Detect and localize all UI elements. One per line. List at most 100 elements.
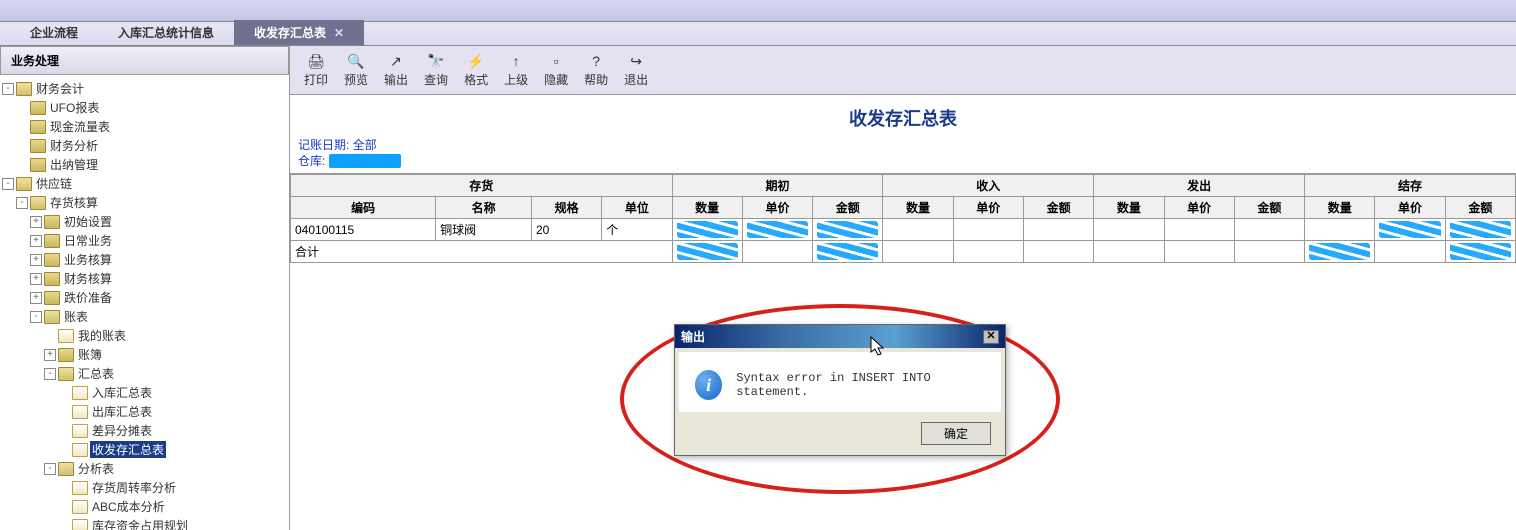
table-row[interactable]: 040100115 铜球阀 20 个 — [291, 219, 1516, 241]
cell-empty — [1375, 241, 1445, 263]
toolbar: 🖨打印 🔍预览 ↗输出 🔭查询 ⚡格式 ↑上级 ▫隐藏 ?帮助 ↪退出 — [290, 46, 1516, 95]
th-close-qty: 数量 — [1305, 197, 1375, 219]
error-dialog: 输出 ✕ i Syntax error in INSERT INTO state… — [674, 324, 1006, 456]
cell-empty — [1305, 219, 1375, 241]
tree-node-fin-acc[interactable]: -财务会计 — [2, 79, 287, 98]
cell-name: 铜球阀 — [436, 219, 532, 241]
format-button[interactable]: ⚡格式 — [458, 50, 494, 90]
cell-empty — [953, 219, 1023, 241]
doc-icon — [72, 386, 88, 400]
th-close-price: 单价 — [1375, 197, 1445, 219]
tree-node-io-summary[interactable]: 收发存汇总表 — [2, 440, 287, 459]
tree-node-my-ledger[interactable]: 我的账表 — [2, 326, 287, 345]
cell-redacted — [1375, 219, 1445, 241]
cell-empty — [1023, 219, 1093, 241]
th-receipts: 收入 — [883, 175, 1094, 197]
tree-node-fin-analysis[interactable]: 财务分析 — [2, 136, 287, 155]
folder-icon — [16, 82, 32, 96]
tree-node-turnover[interactable]: 存货周转率分析 — [2, 478, 287, 497]
hide-button[interactable]: ▫隐藏 — [538, 50, 574, 90]
cell-empty — [883, 219, 953, 241]
tree-node-out-summary[interactable]: 出库汇总表 — [2, 402, 287, 421]
print-button[interactable]: 🖨打印 — [298, 50, 334, 90]
report-meta: 记账日期: 全部 仓库: 焦耐仓库 — [290, 137, 1516, 173]
th-closing: 结存 — [1305, 175, 1516, 197]
tab-io-summary[interactable]: 收发存汇总表 ✕ — [234, 20, 364, 45]
cell-redacted — [672, 241, 742, 263]
th-stock: 存货 — [291, 175, 673, 197]
table-row-total[interactable]: 合计 — [291, 241, 1516, 263]
doc-icon — [72, 443, 88, 457]
folder-icon — [44, 291, 60, 305]
th-open-qty: 数量 — [672, 197, 742, 219]
tree-node-in-summary[interactable]: 入库汇总表 — [2, 383, 287, 402]
tree-node-cash-flow[interactable]: 现金流量表 — [2, 117, 287, 136]
th-in-amount: 金额 — [1023, 197, 1093, 219]
tree-node-diff-summary[interactable]: 差异分摊表 — [2, 421, 287, 440]
tree-node-ufo[interactable]: UFO报表 — [2, 98, 287, 117]
tree-node-price-prep[interactable]: +跌价准备 — [2, 288, 287, 307]
help-button[interactable]: ?帮助 — [578, 50, 614, 90]
folder-icon — [30, 158, 46, 172]
cell-redacted — [672, 219, 742, 241]
doc-icon — [72, 405, 88, 419]
cell-empty — [1023, 241, 1093, 263]
ok-button[interactable]: 确定 — [921, 422, 991, 445]
tree-node-init-setup[interactable]: +初始设置 — [2, 212, 287, 231]
th-close-amount: 金额 — [1445, 197, 1515, 219]
th-code: 编码 — [291, 197, 436, 219]
doc-icon — [58, 329, 74, 343]
tree-node-fund-plan[interactable]: 库存资金占用规划 — [2, 516, 287, 530]
tree-node-inventory-acc[interactable]: -存货核算 — [2, 193, 287, 212]
meta-store-label: 仓库: — [298, 154, 329, 168]
folder-icon — [30, 101, 46, 115]
folder-icon — [44, 253, 60, 267]
th-name: 名称 — [436, 197, 532, 219]
tree-node-fin-acc2[interactable]: +财务核算 — [2, 269, 287, 288]
folder-icon — [16, 177, 32, 191]
dialog-titlebar[interactable]: 输出 ✕ — [675, 325, 1005, 348]
cell-empty — [1234, 219, 1304, 241]
tree-node-supply-chain[interactable]: -供应链 — [2, 174, 287, 193]
tree-node-cashier[interactable]: 出纳管理 — [2, 155, 287, 174]
tree-node-ledger[interactable]: -账表 — [2, 307, 287, 326]
folder-icon — [44, 215, 60, 229]
report-title: 收发存汇总表 — [290, 95, 1516, 137]
tree-node-books[interactable]: +账簿 — [2, 345, 287, 364]
cell-redacted — [813, 219, 883, 241]
cell-empty — [1164, 219, 1234, 241]
folder-icon — [30, 139, 46, 153]
tree-node-biz-acc[interactable]: +业务核算 — [2, 250, 287, 269]
tree-node-abc[interactable]: ABC成本分析 — [2, 497, 287, 516]
tree-node-summary[interactable]: -汇总表 — [2, 364, 287, 383]
up-icon: ↑ — [507, 52, 525, 70]
close-icon[interactable]: ✕ — [334, 26, 344, 40]
cell-redacted — [1445, 219, 1515, 241]
folder-icon — [30, 120, 46, 134]
cell-spec: 20 — [531, 219, 601, 241]
sidebar-header: 业务处理 — [0, 46, 289, 75]
tab-inbound-stats[interactable]: 入库汇总统计信息 — [98, 20, 234, 45]
tab-enterprise-process[interactable]: 企业流程 — [10, 20, 98, 45]
exit-button[interactable]: ↪退出 — [618, 50, 654, 90]
preview-icon: 🔍 — [347, 52, 365, 70]
query-button[interactable]: 🔭查询 — [418, 50, 454, 90]
th-out-price: 单价 — [1164, 197, 1234, 219]
th-open-amount: 金额 — [813, 197, 883, 219]
cell-empty — [953, 241, 1023, 263]
output-button[interactable]: ↗输出 — [378, 50, 414, 90]
tree-node-analysis[interactable]: -分析表 — [2, 459, 287, 478]
th-spec: 规格 — [531, 197, 601, 219]
close-icon[interactable]: ✕ — [983, 330, 999, 344]
folder-icon — [44, 310, 60, 324]
cell-unit: 个 — [602, 219, 672, 241]
tree-node-daily-biz[interactable]: +日常业务 — [2, 231, 287, 250]
preview-button[interactable]: 🔍预览 — [338, 50, 374, 90]
meta-store-value-redacted: 焦耐仓库 — [329, 154, 401, 168]
binoculars-icon: 🔭 — [427, 52, 445, 70]
upper-button[interactable]: ↑上级 — [498, 50, 534, 90]
folder-icon — [44, 234, 60, 248]
content-pane: 🖨打印 🔍预览 ↗输出 🔭查询 ⚡格式 ↑上级 ▫隐藏 ?帮助 ↪退出 收发存汇… — [290, 46, 1516, 530]
printer-icon: 🖨 — [307, 52, 325, 70]
cell-empty — [883, 241, 953, 263]
